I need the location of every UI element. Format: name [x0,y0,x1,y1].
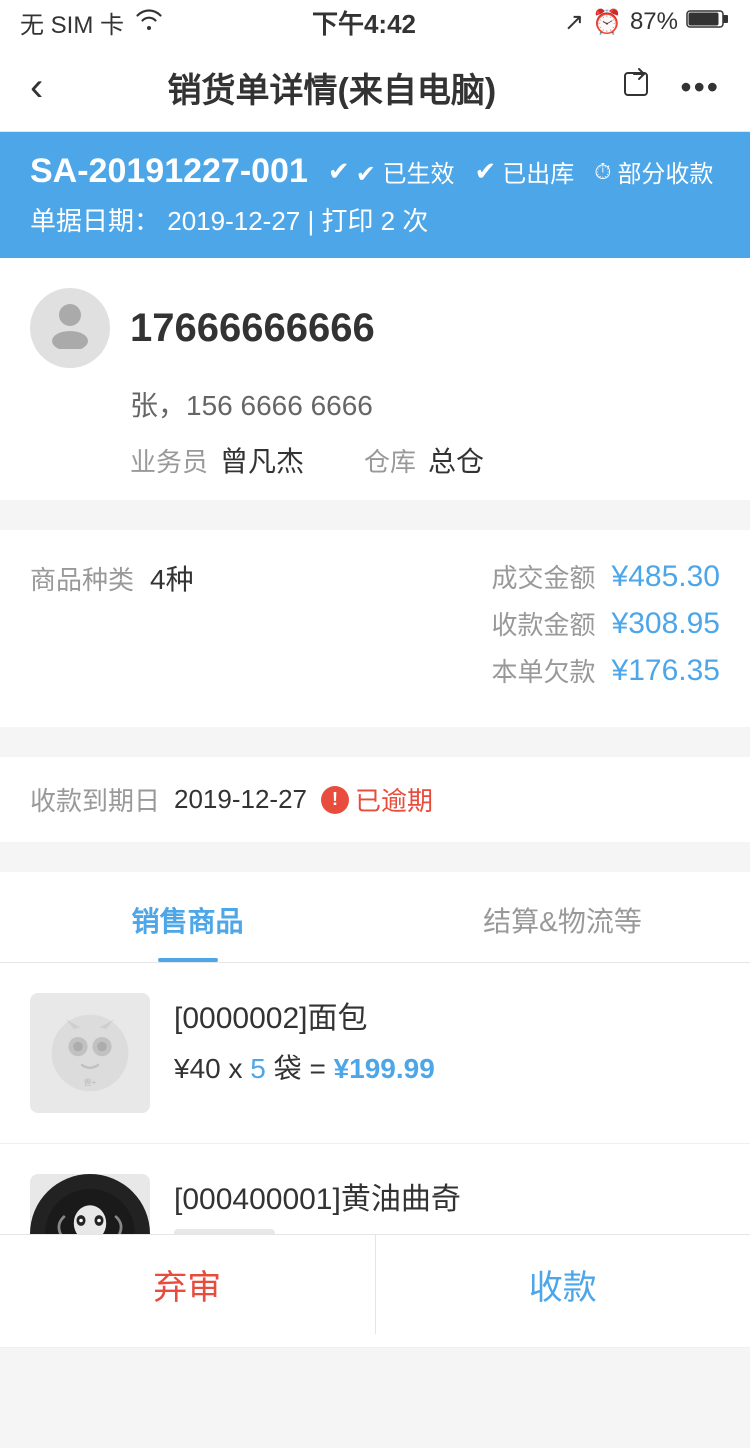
due-section: 收款到期日 2019-12-27 ! 已逾期 [0,757,750,842]
stats-right: 成交金额 ¥485.30 收款金额 ¥308.95 本单欠款 ¥176.35 [492,558,720,699]
nav-actions: ••• [620,65,720,110]
debt-row: 本单欠款 ¥176.35 [492,652,720,689]
product-qty-1: 5 [250,1053,266,1084]
share-icon[interactable] [620,65,656,110]
wifi-icon [134,8,164,37]
product-price-1: ¥40 x 5 袋 = ¥199.99 [174,1047,720,1087]
customer-row: 17666666666 [30,288,720,368]
amount-value: ¥485.30 [612,560,720,594]
product-info-1: [0000002]面包 ¥40 x 5 袋 = ¥199.99 [174,993,720,1087]
overdue-dot-icon: ! [321,786,349,814]
status-bar: 无 SIM 卡 下午4:42 ↗ ⏰ 87% [0,0,750,44]
order-id: SA-20191227-001 [30,152,308,191]
amount-row: 成交金额 ¥485.30 [492,558,720,595]
warehouse-label: 仓库 [364,442,416,479]
stats-left: 商品种类 4种 [30,558,194,604]
banner-date: 单据日期： 2019-12-27 | 打印 2 次 [30,201,720,238]
tab-settlement-logistics[interactable]: 结算&物流等 [375,872,750,962]
avatar [30,288,110,368]
salesperson-item: 业务员 曾凡杰 [130,440,304,480]
separator-3 [0,852,750,872]
clock-icon: ⏱ [594,159,611,185]
back-button[interactable]: ‹ [30,65,43,110]
signal-text: 无 SIM 卡 [20,5,124,40]
badge-out-stock: ✔ 已出库 [474,154,574,189]
status-right: ↗ ⏰ 87% [564,8,730,37]
bottom-spacer [0,1348,750,1448]
tabs-row: 销售商品 结算&物流等 [0,872,750,963]
print-info: | 打印 2 次 [307,206,428,236]
overdue-text: 已逾期 [355,781,433,818]
alarm-icon: ⏰ [592,8,622,37]
bottom-bar: 弃审 收款 [0,1234,750,1334]
due-date-label: 收款到期日 [30,781,160,818]
product-name-1: [0000002]面包 [174,993,720,1037]
more-icon[interactable]: ••• [680,69,720,106]
product-item-1: 兽+ [0000002]面包 ¥40 x 5 袋 = ¥199.99 [0,963,750,1144]
separator-2 [0,737,750,757]
time-display: 下午4:42 [312,4,416,41]
product-type-label: 商品种类 [30,560,134,597]
collect-payment-button[interactable]: 收款 [376,1235,750,1334]
amount-label: 成交金额 [492,558,596,595]
customer-section: 17666666666 张，156 6666 6666 业务员 曾凡杰 仓库 总… [0,258,750,500]
overdue-badge: ! 已逾期 [321,781,433,818]
owl-icon: 兽+ [50,1013,130,1093]
separator-1 [0,510,750,530]
salesperson-label: 业务员 [130,442,208,479]
salesperson-value: 曾凡杰 [220,440,304,480]
status-left: 无 SIM 卡 [20,5,164,40]
page-title: 销货单详情(来自电脑) [168,63,497,112]
warehouse-item: 仓库 总仓 [364,440,484,480]
product-total-1: ¥199.99 [334,1053,435,1084]
customer-phone: 17666666666 [130,306,375,351]
badge-partial-payment: ⏱ 部分收款 [594,154,713,189]
check-icon-1: ✔ [328,156,350,187]
date-label: 单据日期： [30,206,160,236]
product-type-row: 商品种类 4种 [30,558,194,598]
battery-text: 87% [630,8,678,36]
customer-sub-info: 张，156 6666 6666 [30,384,720,424]
received-value: ¥308.95 [612,607,720,641]
debt-value: ¥176.35 [612,654,720,688]
check-icon-2: ✔ [474,156,496,187]
product-thumb-1: 兽+ [30,993,150,1113]
svg-text:兽+: 兽+ [84,1077,97,1087]
date-value: 2019-12-27 [167,206,300,236]
location-icon: ↗ [564,8,584,37]
warehouse-value: 总仓 [428,440,484,480]
stats-section: 商品种类 4种 成交金额 ¥485.30 收款金额 ¥308.95 本单欠款 ¥… [0,530,750,727]
nav-bar: ‹ 销货单详情(来自电脑) ••• [0,44,750,132]
due-date-value: 2019-12-27 [174,784,307,815]
product-type-value: 4种 [150,558,194,598]
avatar-icon [43,295,97,361]
badge-activated: ✔ ✔ 已生效 [328,154,455,189]
product-name-2: [000400001]黄油曲奇 [174,1174,720,1218]
debt-label: 本单欠款 [492,652,596,689]
tabs-section: 销售商品 结算&物流等 [0,872,750,963]
header-banner: SA-20191227-001 ✔ ✔ 已生效 ✔ 已出库 ⏱ 部分收款 单据日… [0,132,750,258]
banner-top: SA-20191227-001 ✔ ✔ 已生效 ✔ 已出库 ⏱ 部分收款 [30,152,720,191]
received-row: 收款金额 ¥308.95 [492,605,720,642]
cancel-review-button[interactable]: 弃审 [0,1235,376,1334]
customer-meta: 业务员 曾凡杰 仓库 总仓 [30,440,720,480]
battery-icon [686,8,730,37]
received-label: 收款金额 [492,605,596,642]
tab-sales-products[interactable]: 销售商品 [0,872,375,962]
